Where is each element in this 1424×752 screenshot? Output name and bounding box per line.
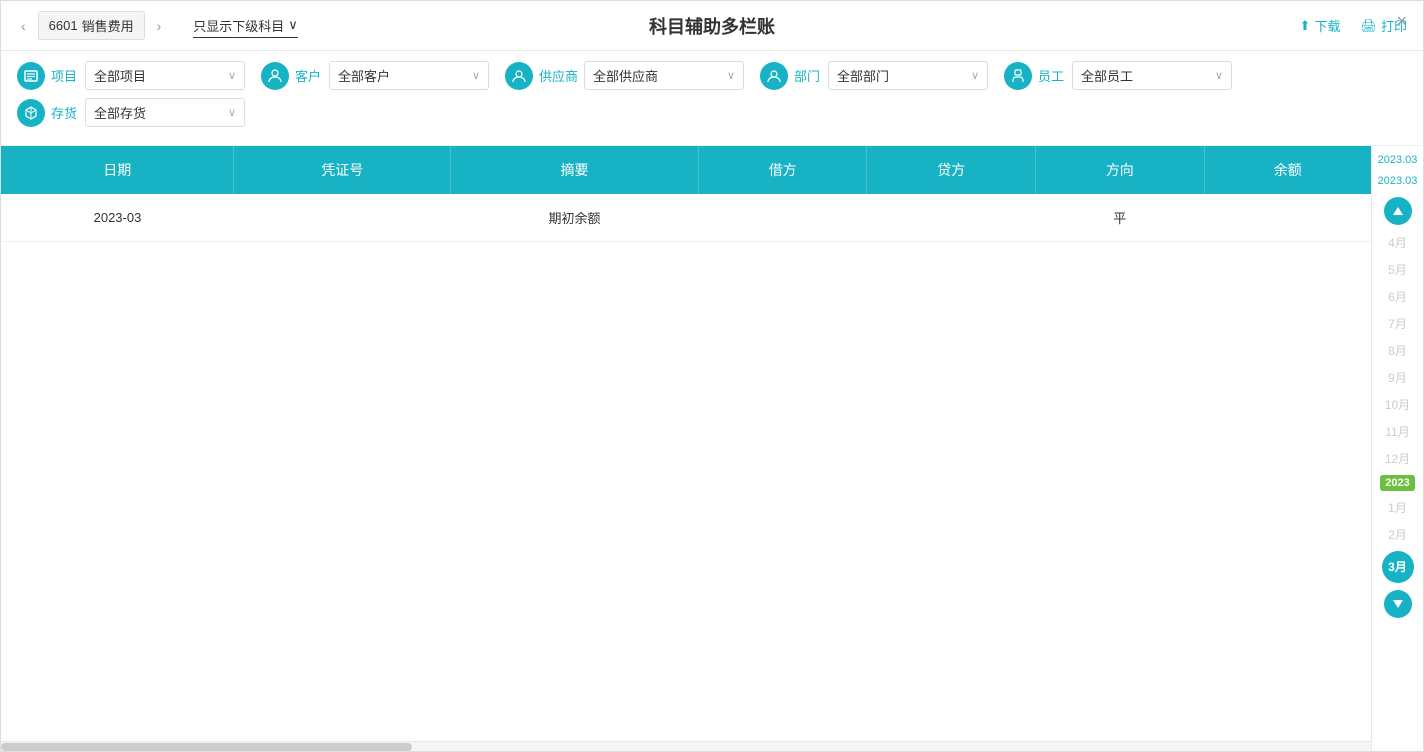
supplier-select[interactable]: 全部供应商 ∨ [584, 61, 744, 90]
timeline-month-7[interactable]: 7月 [1372, 310, 1423, 337]
chevron-down-icon: ∨ [288, 17, 298, 33]
project-chevron-icon: ∨ [228, 69, 236, 82]
cell-date: 2023-03 [1, 194, 234, 242]
supplier-icon [505, 62, 533, 90]
timeline-month-3-active[interactable]: 3月 [1382, 551, 1414, 583]
timeline-sidebar: 2023.03 2023.03 4月 5月 6月 7月 8月 9月 10月 11… [1371, 146, 1423, 751]
ledger-table: 日期 凭证号 摘要 借方 贷方 方向 余额 2023-03 [1, 146, 1371, 242]
download-label: 下载 [1314, 16, 1340, 35]
project-filter-group: 项目 全部项目 ∨ [17, 61, 245, 90]
timeline-down-button[interactable] [1384, 590, 1412, 618]
title-bar: ‹ 6601 销售费用 › 只显示下级科目 ∨ 科目辅助多栏账 ⬆ 下载 🖨 打… [1, 1, 1423, 51]
supplier-value: 全部供应商 [593, 66, 658, 85]
inventory-filter-group: 存货 全部存货 ∨ [17, 98, 245, 127]
col-direction: 方向 [1036, 146, 1205, 194]
department-chevron-icon: ∨ [971, 69, 979, 82]
inventory-select[interactable]: 全部存货 ∨ [85, 98, 245, 127]
customer-chevron-icon: ∨ [472, 69, 480, 82]
timeline-up-button[interactable] [1384, 197, 1412, 225]
customer-filter-group: 客户 全部客户 ∨ [261, 61, 489, 90]
project-select[interactable]: 全部项目 ∨ [85, 61, 245, 90]
title-right: ⬆ 下载 🖨 打印 × [1300, 16, 1407, 35]
employee-label: 员工 [1038, 66, 1066, 85]
customer-value: 全部客户 [338, 66, 390, 85]
department-value: 全部部门 [837, 66, 889, 85]
horizontal-scrollbar[interactable] [1, 741, 1371, 751]
employee-select[interactable]: 全部员工 ∨ [1072, 61, 1232, 90]
timeline-month-8[interactable]: 8月 [1372, 337, 1423, 364]
inventory-icon [17, 99, 45, 127]
supplier-chevron-icon: ∨ [727, 69, 735, 82]
col-voucher: 凭证号 [234, 146, 451, 194]
timeline-month-2[interactable]: 2月 [1372, 521, 1423, 548]
account-code: 6601 销售费用 [38, 11, 145, 40]
inventory-label: 存货 [51, 103, 79, 122]
timeline-month-5[interactable]: 5月 [1372, 256, 1423, 283]
project-icon [17, 62, 45, 90]
download-icon: ⬆ [1300, 18, 1311, 34]
timeline-month-11[interactable]: 11月 [1372, 418, 1423, 445]
supplier-filter-group: 供应商 全部供应商 ∨ [505, 61, 744, 90]
col-credit: 贷方 [867, 146, 1036, 194]
scrollbar-thumb[interactable] [1, 743, 412, 751]
employee-icon [1004, 62, 1032, 90]
customer-select[interactable]: 全部客户 ∨ [329, 61, 489, 90]
cell-summary: 期初余额 [451, 194, 699, 242]
account-name-text: 销售费用 [82, 16, 134, 35]
department-select[interactable]: 全部部门 ∨ [828, 61, 988, 90]
main-content: 日期 凭证号 摘要 借方 贷方 方向 余额 2023-03 [1, 146, 1423, 751]
cell-direction: 平 [1036, 194, 1205, 242]
employee-value: 全部员工 [1081, 66, 1133, 85]
main-window: ‹ 6601 销售费用 › 只显示下级科目 ∨ 科目辅助多栏账 ⬆ 下载 🖨 打… [0, 0, 1424, 752]
timeline-month-4[interactable]: 4月 [1372, 229, 1423, 256]
col-summary: 摘要 [451, 146, 699, 194]
timeline-month-1[interactable]: 1月 [1372, 494, 1423, 521]
cell-voucher [234, 194, 451, 242]
period-start: 2023.03 [1376, 150, 1420, 171]
year-badge-2023: 2023 [1380, 475, 1414, 491]
cell-balance [1204, 194, 1371, 242]
supplier-label: 供应商 [539, 66, 578, 85]
employee-chevron-icon: ∨ [1215, 69, 1223, 82]
show-sub-filter[interactable]: 只显示下级科目 ∨ [193, 14, 298, 38]
customer-icon [261, 62, 289, 90]
department-icon [760, 62, 788, 90]
filter-bar: 项目 全部项目 ∨ 客户 全部客户 ∨ [1, 51, 1423, 146]
timeline-month-9[interactable]: 9月 [1372, 364, 1423, 391]
project-label: 项目 [51, 66, 79, 85]
inventory-value: 全部存货 [94, 103, 146, 122]
period-end: 2023.03 [1376, 171, 1420, 192]
table-row[interactable]: 2023-03 期初余额 平 [1, 194, 1371, 242]
project-value: 全部项目 [94, 66, 146, 85]
cell-credit [867, 194, 1036, 242]
employee-filter-group: 员工 全部员工 ∨ [1004, 61, 1232, 90]
print-icon: 🖨 [1360, 18, 1377, 34]
col-debit: 借方 [698, 146, 867, 194]
title-left: ‹ 6601 销售费用 › 只显示下级科目 ∨ [17, 11, 298, 40]
inventory-chevron-icon: ∨ [228, 106, 236, 119]
page-title: 科目辅助多栏账 [649, 13, 775, 39]
download-button[interactable]: ⬆ 下载 [1300, 16, 1341, 35]
table-area: 日期 凭证号 摘要 借方 贷方 方向 余额 2023-03 [1, 146, 1371, 751]
table-wrapper[interactable]: 日期 凭证号 摘要 借方 贷方 方向 余额 2023-03 [1, 146, 1371, 741]
timeline-month-10[interactable]: 10月 [1372, 391, 1423, 418]
department-filter-group: 部门 全部部门 ∨ [760, 61, 988, 90]
col-date: 日期 [1, 146, 234, 194]
timeline-month-6[interactable]: 6月 [1372, 283, 1423, 310]
timeline-month-12[interactable]: 12月 [1372, 445, 1423, 472]
show-sub-label: 只显示下级科目 [193, 16, 284, 35]
col-balance: 余额 [1204, 146, 1371, 194]
customer-label: 客户 [295, 66, 323, 85]
next-account-btn[interactable]: › [153, 16, 166, 36]
department-label: 部门 [794, 66, 822, 85]
close-button[interactable]: × [1396, 11, 1407, 32]
prev-account-btn[interactable]: ‹ [17, 16, 30, 36]
cell-debit [698, 194, 867, 242]
account-code-text: 6601 [49, 18, 78, 33]
